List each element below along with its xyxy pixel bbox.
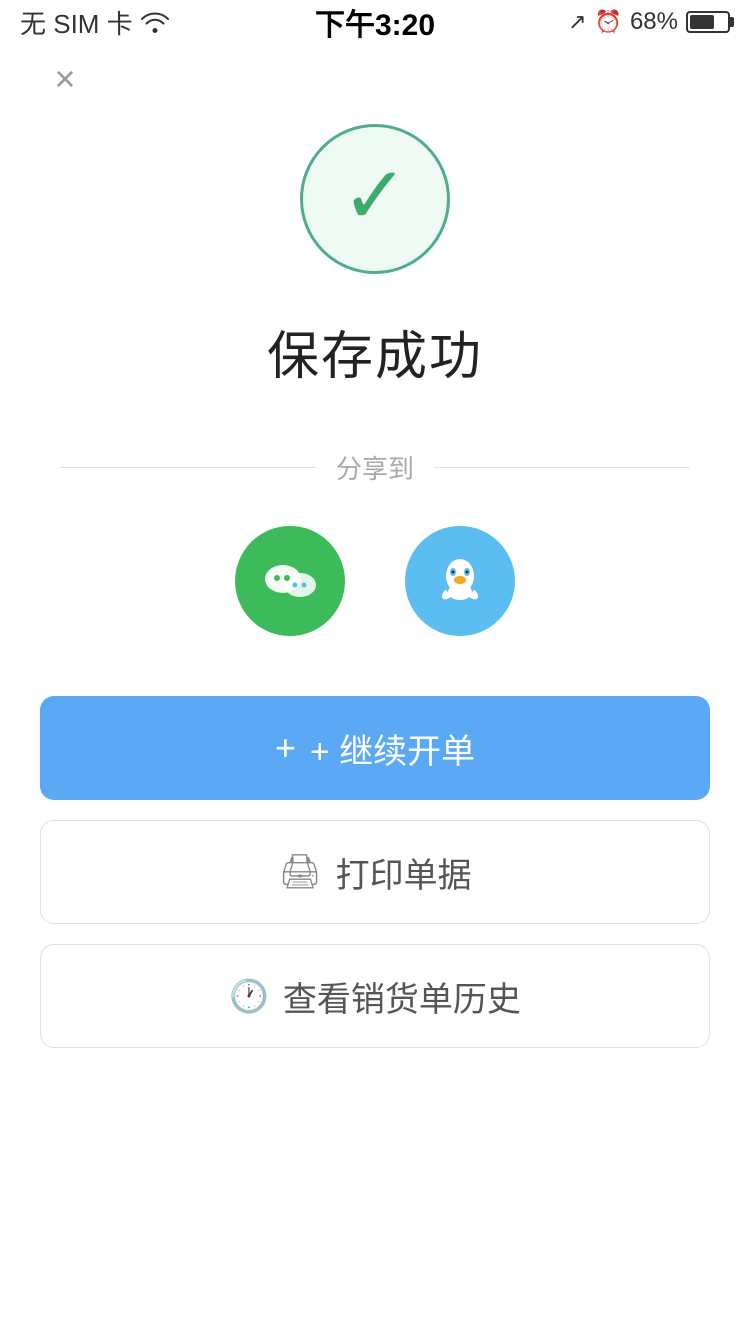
status-bar: 无 SIM 卡 下午3:20 ↗ ⏰ 68% xyxy=(0,0,750,44)
checkmark-icon: ✓ xyxy=(341,156,408,236)
status-right: ↗ ⏰ 68% xyxy=(568,8,730,36)
wechat-share-button[interactable] xyxy=(235,526,345,636)
print-label: 打印单据 xyxy=(336,848,472,897)
plus-icon: + xyxy=(275,727,296,769)
share-divider: 分享到 xyxy=(0,449,750,486)
battery-indicator xyxy=(686,11,730,33)
status-left: 无 SIM 卡 xyxy=(20,4,169,41)
action-buttons: + + 继续开单 🖨 打印单据 🕐 查看销货单历史 xyxy=(0,696,750,1048)
success-circle: ✓ xyxy=(300,124,450,274)
history-icon: 🕐 xyxy=(229,977,269,1015)
status-time: 下午3:20 xyxy=(315,0,435,44)
qq-share-button[interactable] xyxy=(405,526,515,636)
main-content: ✓ 保存成功 分享到 xyxy=(0,44,750,1048)
share-icons-row xyxy=(235,526,515,636)
print-icon: 🖨 xyxy=(278,852,321,892)
continue-order-button[interactable]: + + 继续开单 xyxy=(40,696,710,800)
wifi-icon xyxy=(141,11,169,33)
alarm-icon: ⏰ xyxy=(595,9,622,35)
success-title: 保存成功 xyxy=(267,314,483,389)
battery-text: 68% xyxy=(630,8,678,36)
print-button[interactable]: 🖨 打印单据 xyxy=(40,820,710,924)
wechat-icon xyxy=(258,549,323,614)
close-button[interactable]: × xyxy=(40,54,90,104)
history-button[interactable]: 🕐 查看销货单历史 xyxy=(40,944,710,1048)
history-label: 查看销货单历史 xyxy=(283,972,521,1021)
location-icon: ↗ xyxy=(568,9,586,35)
divider-line-right xyxy=(434,467,690,468)
close-icon: × xyxy=(54,61,75,97)
no-sim-text: 无 SIM 卡 xyxy=(20,4,133,41)
qq-icon xyxy=(431,552,489,610)
share-label: 分享到 xyxy=(316,449,434,486)
continue-order-label: + 继续开单 xyxy=(310,724,475,773)
divider-line-left xyxy=(60,467,316,468)
